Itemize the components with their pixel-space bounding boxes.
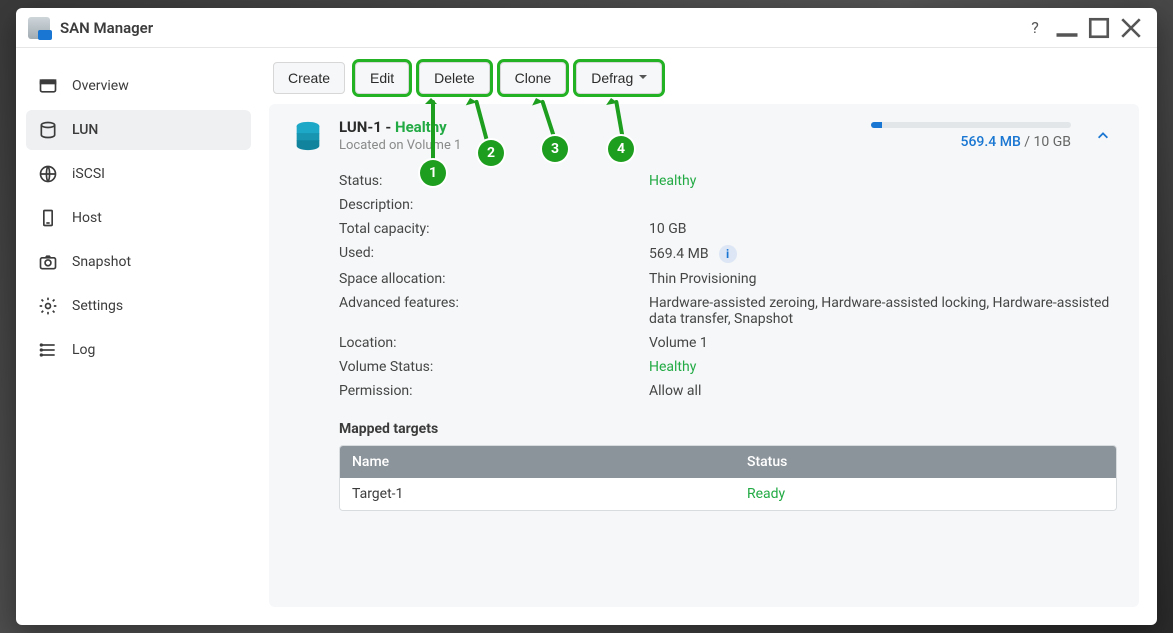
sidebar-item-label: iSCSI xyxy=(72,166,105,182)
host-icon xyxy=(38,208,58,228)
property-row: Total capacity:10 GB xyxy=(339,217,1117,241)
database-icon xyxy=(291,119,325,153)
usage-used: 569.4 MB xyxy=(961,134,1021,150)
property-value: Thin Provisioning xyxy=(649,271,1117,287)
minimize-button[interactable] xyxy=(1053,14,1081,42)
camera-icon xyxy=(38,252,58,272)
defrag-label: Defrag xyxy=(591,70,633,86)
property-row: Space allocation:Thin Provisioning xyxy=(339,267,1117,291)
property-key: Used: xyxy=(339,245,649,263)
sidebar-item-host[interactable]: Host xyxy=(26,198,251,238)
sidebar-item-iscsi[interactable]: iSCSI xyxy=(26,154,251,194)
sidebar-item-overview[interactable]: Overview xyxy=(26,66,251,106)
sidebar-item-label: Host xyxy=(72,210,102,226)
lun-title-block: LUN-1 - Healthy Located on Volume 1 xyxy=(339,118,461,153)
lun-usage-block: 569.4 MB / 10 GB xyxy=(871,122,1071,150)
app-title: SAN Manager xyxy=(60,19,153,37)
sidebar-item-label: LUN xyxy=(72,122,98,138)
lun-panel: LUN-1 - Healthy Located on Volume 1 569.… xyxy=(269,104,1139,607)
table-row[interactable]: Target-1Ready xyxy=(340,478,1116,510)
property-row: Location:Volume 1 xyxy=(339,331,1117,355)
property-value: Volume 1 xyxy=(649,335,1117,351)
lun-header[interactable]: LUN-1 - Healthy Located on Volume 1 569.… xyxy=(291,118,1117,153)
sidebar-item-label: Log xyxy=(72,342,95,358)
property-row: Volume Status:Healthy xyxy=(339,355,1117,379)
col-status: Status xyxy=(735,446,1116,478)
usage-text: 569.4 MB / 10 GB xyxy=(961,134,1071,150)
main-area: Create Edit Delete Clone Defrag LUN-1 - … xyxy=(261,48,1157,625)
property-key: Space allocation: xyxy=(339,271,649,287)
property-value: 10 GB xyxy=(649,221,1117,237)
log-icon xyxy=(38,340,58,360)
lun-name: LUN-1 xyxy=(339,118,382,136)
property-key: Location: xyxy=(339,335,649,351)
create-button[interactable]: Create xyxy=(273,62,345,94)
overview-icon xyxy=(38,76,58,96)
property-value xyxy=(649,197,1117,213)
property-row: Description: xyxy=(339,193,1117,217)
sidebar: Overview LUN iSCSI Host xyxy=(16,48,261,625)
property-key: Total capacity: xyxy=(339,221,649,237)
toolbar: Create Edit Delete Clone Defrag xyxy=(273,60,1139,96)
gear-icon xyxy=(38,296,58,316)
sidebar-item-log[interactable]: Log xyxy=(26,330,251,370)
property-key: Volume Status: xyxy=(339,359,649,375)
property-value: 569.4 MBi xyxy=(649,245,1117,263)
close-button[interactable] xyxy=(1117,14,1145,42)
lun-health: Healthy xyxy=(395,118,447,136)
sidebar-item-label: Overview xyxy=(72,78,129,94)
edit-button[interactable]: Edit xyxy=(355,62,409,94)
collapse-toggle[interactable] xyxy=(1089,122,1117,150)
property-key: Permission: xyxy=(339,383,649,399)
mapped-targets-heading: Mapped targets xyxy=(339,421,1117,437)
property-value: Allow all xyxy=(649,383,1117,399)
property-key: Advanced features: xyxy=(339,295,649,327)
property-value: Healthy xyxy=(649,359,1117,375)
mapped-targets-table: Name Status Target-1Ready xyxy=(339,445,1117,511)
sidebar-item-lun[interactable]: LUN xyxy=(26,110,251,150)
property-row: Used:569.4 MBi xyxy=(339,241,1117,267)
app-window: SAN Manager ? Overview LUN xyxy=(16,8,1157,625)
defrag-button[interactable]: Defrag xyxy=(576,62,662,94)
usage-progress xyxy=(871,122,1071,128)
maximize-button[interactable] xyxy=(1085,14,1113,42)
property-row: Status:Healthy xyxy=(339,169,1117,193)
titlebar: SAN Manager ? xyxy=(16,8,1157,48)
table-header: Name Status xyxy=(340,446,1116,478)
property-row: Advanced features:Hardware-assisted zero… xyxy=(339,291,1117,331)
lun-properties: Status:HealthyDescription:Total capacity… xyxy=(339,169,1117,403)
globe-icon xyxy=(38,164,58,184)
app-icon xyxy=(28,17,50,39)
property-row: Permission:Allow all xyxy=(339,379,1117,403)
delete-button[interactable]: Delete xyxy=(419,62,489,94)
cell-name: Target-1 xyxy=(340,478,735,510)
property-value: Hardware-assisted zeroing, Hardware-assi… xyxy=(649,295,1117,327)
property-value: Healthy xyxy=(649,173,1117,189)
usage-total: 10 GB xyxy=(1034,134,1071,150)
col-name: Name xyxy=(340,446,735,478)
lun-icon xyxy=(38,120,58,140)
sidebar-item-label: Snapshot xyxy=(72,254,131,270)
sidebar-item-snapshot[interactable]: Snapshot xyxy=(26,242,251,282)
lun-location-text: Located on Volume 1 xyxy=(339,138,461,153)
clone-button[interactable]: Clone xyxy=(500,62,567,94)
cell-status: Ready xyxy=(735,478,1116,510)
sidebar-item-settings[interactable]: Settings xyxy=(26,286,251,326)
sidebar-item-label: Settings xyxy=(72,298,123,314)
property-key: Status: xyxy=(339,173,649,189)
info-icon[interactable]: i xyxy=(719,245,737,263)
help-button[interactable]: ? xyxy=(1021,14,1049,42)
property-key: Description: xyxy=(339,197,649,213)
